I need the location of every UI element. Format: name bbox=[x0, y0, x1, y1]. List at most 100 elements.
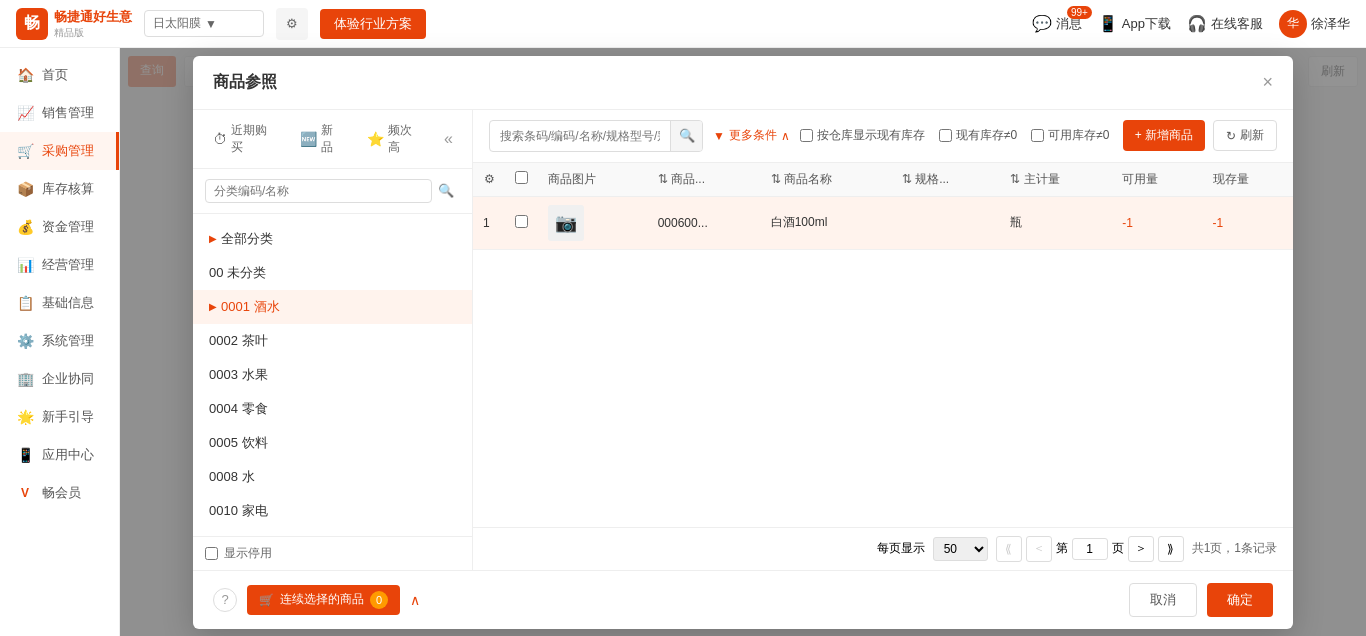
nav-right: 💬 消息 99+ 📱 App下载 🎧 在线客服 华 徐泽华 bbox=[1032, 10, 1350, 38]
show-disabled-area: 显示停用 bbox=[193, 536, 472, 570]
home-icon: 🏠 bbox=[16, 66, 34, 84]
filter-nonzero-stock-checkbox[interactable] bbox=[939, 129, 952, 142]
collapse-up-button[interactable]: ∧ bbox=[410, 592, 420, 608]
settings-icon[interactable]: ⚙ bbox=[484, 172, 495, 186]
category-item-all[interactable]: ▶ 全部分类 bbox=[193, 222, 472, 256]
product-search-button[interactable]: 🔍 bbox=[670, 121, 702, 151]
select-all-checkbox[interactable] bbox=[515, 171, 528, 184]
pagination-bar: 每页显示 50 100 ⟪ ＜ 页 第 页 bbox=[473, 527, 1293, 570]
product-image-placeholder: 📷 bbox=[548, 205, 584, 241]
category-item-water[interactable]: 0008 水 bbox=[193, 460, 472, 494]
category-search-input[interactable] bbox=[205, 179, 432, 203]
logo-area: 畅 畅捷通好生意 精品版 bbox=[16, 8, 132, 40]
col-header-settings: ⚙ bbox=[473, 163, 505, 197]
sidebar-item-home[interactable]: 🏠 首页 bbox=[0, 56, 119, 94]
filter-by-warehouse-checkbox[interactable] bbox=[800, 129, 813, 142]
content-area: 查询 设置 刷新 商品参照 × ⏱ bbox=[120, 48, 1366, 636]
confirm-button[interactable]: 确定 bbox=[1207, 583, 1273, 617]
sidebar-item-apps[interactable]: 📱 应用中心 bbox=[0, 436, 119, 474]
show-disabled-checkbox[interactable] bbox=[205, 547, 218, 560]
cell-code: 000600... bbox=[648, 196, 761, 249]
prev-page-button[interactable]: ＜ bbox=[1026, 536, 1052, 562]
product-reference-dialog: 商品参照 × ⏱ 近期购买 🆕 新 bbox=[193, 56, 1293, 629]
cell-seq: 1 bbox=[473, 196, 505, 249]
inventory-icon: 📦 bbox=[16, 180, 34, 198]
category-item-liquor[interactable]: ▶ 0001 酒水 bbox=[193, 290, 472, 324]
table-row[interactable]: 1 📷 000600... 白酒100ml bbox=[473, 196, 1293, 249]
nav-selector[interactable]: 日太阳膜 ▼ bbox=[144, 10, 264, 37]
tab-recent-purchase[interactable]: ⏱ 近期购买 bbox=[205, 118, 284, 160]
category-item-beverages[interactable]: 0005 饮料 bbox=[193, 426, 472, 460]
add-product-button[interactable]: + 新增商品 bbox=[1123, 120, 1205, 151]
refresh-button[interactable]: ↻ 刷新 bbox=[1213, 120, 1277, 151]
col-header-name[interactable]: ⇅ 商品名称 bbox=[761, 163, 892, 197]
dialog-footer: ? 🛒 连续选择的商品 0 ∧ 取消 确定 bbox=[193, 570, 1293, 629]
filter-nonzero-stock-label[interactable]: 现有库存≠0 bbox=[939, 127, 1017, 144]
category-item-fruit[interactable]: 0003 水果 bbox=[193, 358, 472, 392]
page-number-input[interactable] bbox=[1072, 538, 1108, 560]
category-search-button[interactable]: 🔍 bbox=[432, 177, 460, 205]
tab-high-frequency[interactable]: ⭐ 频次高 bbox=[359, 118, 429, 160]
next-page-button[interactable]: ＞ bbox=[1128, 536, 1154, 562]
toolbar-right-actions: + 新增商品 ↻ 刷新 bbox=[1123, 120, 1277, 151]
sidebar-item-sales[interactable]: 📈 销售管理 bbox=[0, 94, 119, 132]
product-table: ⚙ 商品图片 ⇅ 商品... bbox=[473, 163, 1293, 250]
cart-button[interactable]: 🛒 连续选择的商品 0 bbox=[247, 585, 400, 615]
sidebar-item-system[interactable]: ⚙️ 系统管理 bbox=[0, 322, 119, 360]
category-item-tea[interactable]: 0002 茶叶 bbox=[193, 324, 472, 358]
sidebar-item-member[interactable]: V 畅会员 bbox=[0, 474, 119, 512]
trial-button[interactable]: 体验行业方案 bbox=[320, 9, 426, 39]
sidebar-item-basic-info[interactable]: 📋 基础信息 bbox=[0, 284, 119, 322]
category-item-uncategorized[interactable]: 00 未分类 bbox=[193, 256, 472, 290]
sidebar-item-guide[interactable]: 🌟 新手引导 bbox=[0, 398, 119, 436]
sidebar-item-operations[interactable]: 📊 经营管理 bbox=[0, 246, 119, 284]
sidebar: 🏠 首页 📈 销售管理 🛒 采购管理 📦 库存核算 💰 资金管理 📊 经营管理 … bbox=[0, 48, 120, 636]
avatar: 华 bbox=[1279, 10, 1307, 38]
col-header-checkbox bbox=[505, 163, 538, 197]
sidebar-item-enterprise[interactable]: 🏢 企业协同 bbox=[0, 360, 119, 398]
logo-icon: 畅 bbox=[16, 8, 48, 40]
gear-button[interactable]: ⚙ bbox=[276, 8, 308, 40]
cell-name: 白酒100ml bbox=[761, 196, 892, 249]
filter-by-warehouse-label[interactable]: 按仓库显示现有库存 bbox=[800, 127, 925, 144]
first-page-button[interactable]: ⟪ bbox=[996, 536, 1022, 562]
cart-icon: 🛒 bbox=[259, 593, 274, 607]
online-service-item[interactable]: 🎧 在线客服 bbox=[1187, 14, 1263, 33]
col-header-spec[interactable]: ⇅ 规格... bbox=[892, 163, 1001, 197]
filter-nonzero-available-checkbox[interactable] bbox=[1031, 129, 1044, 142]
cell-stock: -1 bbox=[1203, 196, 1293, 249]
sidebar-item-inventory[interactable]: 📦 库存核算 bbox=[0, 170, 119, 208]
app-download-item[interactable]: 📱 App下载 bbox=[1098, 14, 1171, 33]
dialog-close-button[interactable]: × bbox=[1262, 73, 1273, 91]
enterprise-icon: 🏢 bbox=[16, 370, 34, 388]
system-icon: ⚙️ bbox=[16, 332, 34, 350]
collapse-left-panel-button[interactable]: « bbox=[437, 127, 460, 151]
user-avatar-item[interactable]: 华 徐泽华 bbox=[1279, 10, 1350, 38]
more-conditions-button[interactable]: ▼ 更多条件 ∧ bbox=[713, 127, 790, 144]
dialog-header: 商品参照 × bbox=[193, 56, 1293, 110]
category-list: ▶ 全部分类 00 未分类 ▶ 0001 酒水 0002 茶 bbox=[193, 214, 472, 536]
footer-left: ? 🛒 连续选择的商品 0 ∧ bbox=[213, 585, 420, 615]
help-button[interactable]: ? bbox=[213, 588, 237, 612]
sidebar-item-finance[interactable]: 💰 资金管理 bbox=[0, 208, 119, 246]
col-header-code[interactable]: ⇅ 商品... bbox=[648, 163, 761, 197]
finance-icon: 💰 bbox=[16, 218, 34, 236]
dialog-overlay: 商品参照 × ⏱ 近期购买 🆕 新 bbox=[120, 48, 1366, 636]
row-checkbox[interactable] bbox=[515, 215, 528, 228]
logo-text: 畅捷通好生意 精品版 bbox=[54, 8, 132, 40]
category-search-area: 🔍 bbox=[193, 169, 472, 214]
page-size-select[interactable]: 50 100 bbox=[933, 537, 988, 561]
filter-nonzero-available-label[interactable]: 可用库存≠0 bbox=[1031, 127, 1109, 144]
cell-unit: 瓶 bbox=[1000, 196, 1112, 249]
sidebar-item-purchase[interactable]: 🛒 采购管理 bbox=[0, 132, 119, 170]
category-item-snacks[interactable]: 0004 零食 bbox=[193, 392, 472, 426]
product-search-input[interactable] bbox=[490, 124, 670, 148]
category-item-appliances[interactable]: 0010 家电 bbox=[193, 494, 472, 528]
cancel-button[interactable]: 取消 bbox=[1129, 583, 1197, 617]
last-page-button[interactable]: ⟫ bbox=[1158, 536, 1184, 562]
col-header-unit[interactable]: ⇅ 主计量 bbox=[1000, 163, 1112, 197]
tab-new-products[interactable]: 🆕 新品 bbox=[292, 118, 351, 160]
col-header-image: 商品图片 bbox=[538, 163, 648, 197]
recent-icon: ⏱ bbox=[213, 131, 227, 147]
messages-item[interactable]: 💬 消息 99+ bbox=[1032, 14, 1082, 33]
